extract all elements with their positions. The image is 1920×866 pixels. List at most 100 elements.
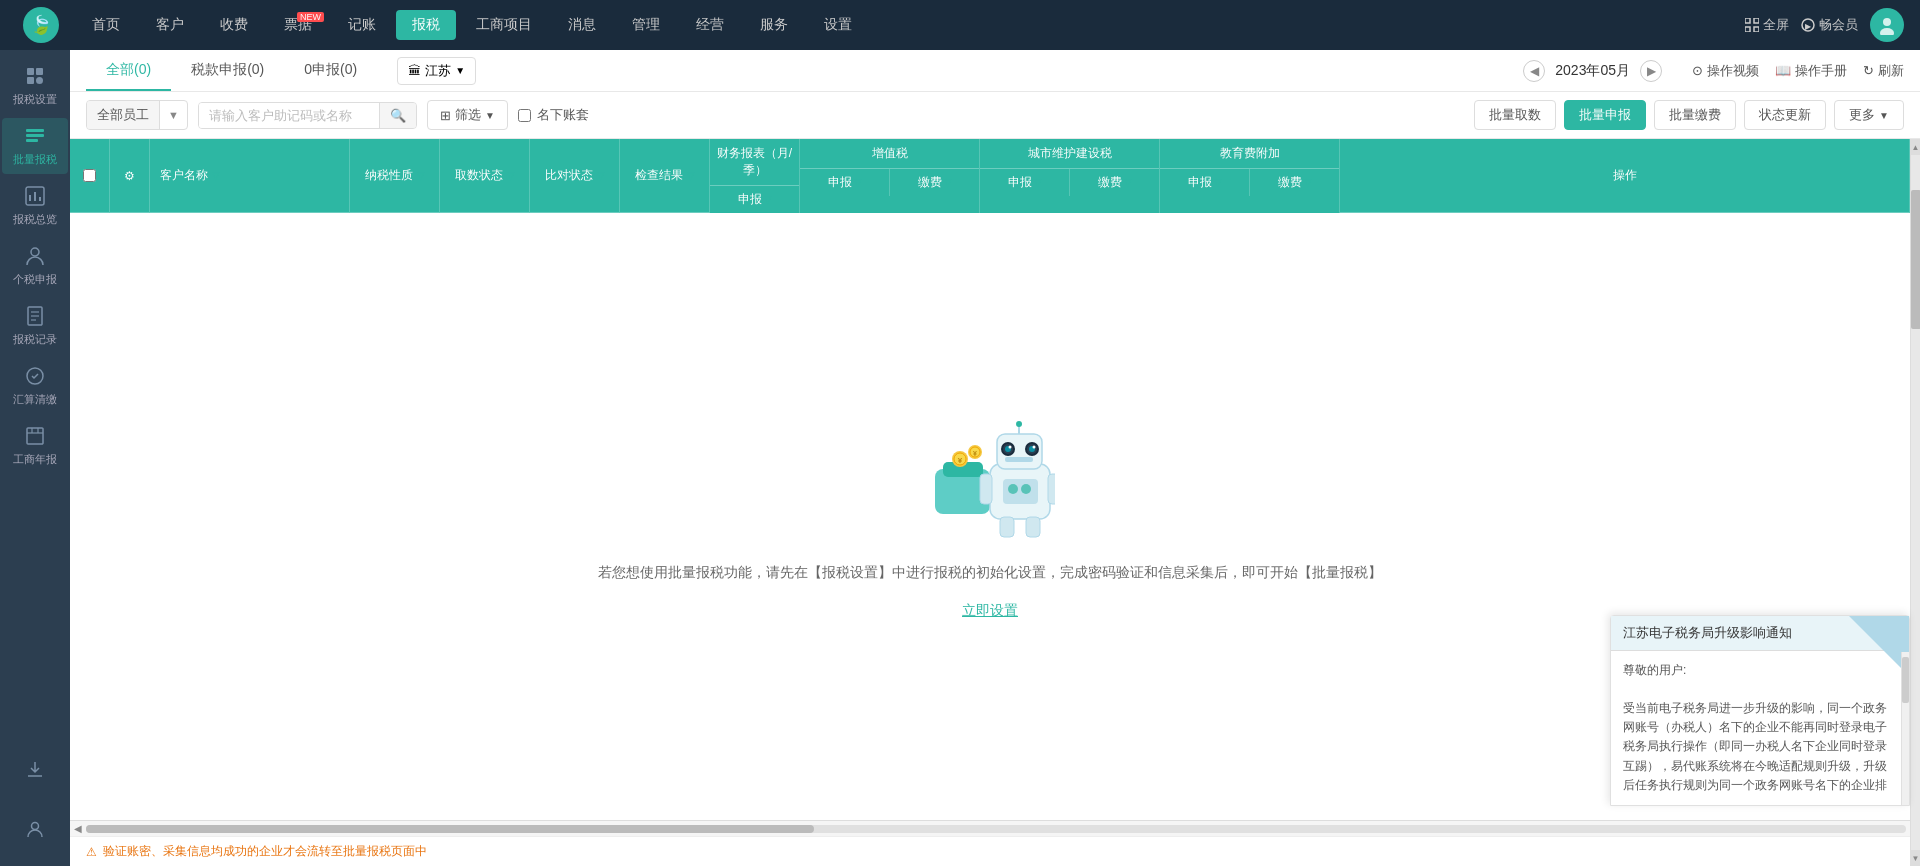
- status-update-button[interactable]: 状态更新: [1744, 100, 1826, 130]
- svg-text:▶: ▶: [1805, 22, 1812, 31]
- filter-icon[interactable]: ▽: [212, 170, 220, 181]
- tab-all[interactable]: 全部(0): [86, 51, 171, 91]
- filter-icon-check[interactable]: ▽: [687, 170, 695, 181]
- date-next-button[interactable]: ▶: [1640, 60, 1662, 82]
- th-city-group: 城市维护建设税 申报 ▽ 缴费 ▽: [980, 139, 1160, 213]
- notification-panel: 江苏电子税务局升级影响通知 × 尊敬的用户: 受当前电子税务局进一步升级的影响，…: [1610, 615, 1910, 806]
- account-checkbox[interactable]: [518, 109, 531, 122]
- horizontal-scrollbar[interactable]: ◀: [70, 820, 1910, 836]
- th-operation: 操作: [1340, 139, 1910, 213]
- scroll-thumb-vertical: [1911, 190, 1921, 329]
- scroll-down-button[interactable]: ▼: [1911, 850, 1921, 866]
- svg-rect-9: [36, 68, 43, 75]
- user-avatar[interactable]: [1870, 8, 1904, 42]
- nav-service[interactable]: 服务: [744, 10, 804, 40]
- main-layout: 报税设置 批量报税 报税总览: [0, 50, 1920, 866]
- app-logo[interactable]: 🍃: [16, 0, 66, 50]
- search-input[interactable]: [199, 103, 379, 128]
- filter-icon-compare[interactable]: ▽: [597, 170, 605, 181]
- sidebar-label-tax-summary: 报税总览: [13, 213, 57, 226]
- robot-illustration: ¥ ¥: [925, 414, 1055, 544]
- new-badge: NEW: [297, 12, 324, 22]
- sidebar-item-personal-tax[interactable]: 个税申报: [2, 238, 68, 294]
- settings-icon[interactable]: ⚙: [124, 169, 135, 183]
- region-selector[interactable]: 🏛 江苏 ▼: [397, 57, 476, 85]
- tab-zero[interactable]: 0申报(0): [284, 51, 377, 91]
- notif-scrollbar[interactable]: [1901, 652, 1909, 805]
- date-navigation: ◀ 2023年05月 ▶: [1523, 60, 1662, 82]
- filter-icon-edu-dec[interactable]: ▽: [1214, 177, 1222, 188]
- sidebar-download[interactable]: [2, 742, 68, 798]
- sidebar-label-personal-tax: 个税申报: [13, 273, 57, 286]
- nav-business[interactable]: 工商项目: [460, 10, 548, 40]
- filter-icon-vat-dec[interactable]: ▽: [854, 177, 862, 188]
- scroll-left-arrow[interactable]: ◀: [74, 823, 82, 834]
- filter-icon-fetch[interactable]: ▽: [507, 170, 515, 181]
- chevron-down-icon: ▼: [455, 65, 465, 76]
- action-refresh[interactable]: ↻ 刷新: [1863, 62, 1904, 80]
- refresh-icon: ↻: [1863, 63, 1874, 78]
- sidebar-item-tax-records[interactable]: 报税记录: [2, 298, 68, 354]
- nav-items: 首页 客户 收费 票据 NEW 记账 报税 工商项目 消息 管理 经营 服务 设…: [76, 10, 1745, 40]
- nav-message[interactable]: 消息: [552, 10, 612, 40]
- batch-declare-button[interactable]: 批量申报: [1564, 100, 1646, 130]
- nav-settings[interactable]: 设置: [808, 10, 868, 40]
- action-video[interactable]: ⊙ 操作视频: [1692, 62, 1759, 80]
- scroll-track-vertical: [1911, 155, 1921, 850]
- nav-home[interactable]: 首页: [76, 10, 136, 40]
- more-button[interactable]: 更多 ▼: [1834, 100, 1904, 130]
- employee-label: 全部员工: [87, 101, 160, 129]
- date-prev-button[interactable]: ◀: [1523, 60, 1545, 82]
- batch-fetch-button[interactable]: 批量取数: [1474, 100, 1556, 130]
- filter-icon-city-pay[interactable]: ▽: [1124, 177, 1132, 188]
- svg-point-19: [31, 248, 39, 256]
- personal-tax-icon: [24, 245, 46, 270]
- filter-icon-fin[interactable]: ▽: [764, 194, 772, 205]
- sidebar-user[interactable]: [2, 802, 68, 858]
- notif-scroll-thumb: [1902, 657, 1909, 703]
- th-tax-type: 纳税性质 ▽: [350, 139, 440, 213]
- tab-declaration[interactable]: 税款申报(0): [171, 51, 284, 91]
- notification-title: 江苏电子税务局升级影响通知: [1623, 624, 1792, 642]
- svg-rect-8: [27, 68, 34, 75]
- sidebar-item-settlement[interactable]: 汇算清缴: [2, 358, 68, 414]
- member-button[interactable]: ▶ 畅会员: [1801, 16, 1858, 34]
- filter-icon-city-dec[interactable]: ▽: [1034, 177, 1042, 188]
- batch-tax-icon: [24, 125, 46, 150]
- batch-pay-button[interactable]: 批量缴费: [1654, 100, 1736, 130]
- svg-rect-1: [1754, 18, 1759, 23]
- filter-icon-tax[interactable]: ▽: [417, 170, 425, 181]
- sidebar-item-batch-tax[interactable]: 批量报税: [2, 118, 68, 174]
- search-button[interactable]: 🔍: [379, 103, 416, 128]
- setup-link[interactable]: 立即设置: [962, 602, 1018, 620]
- nav-operation[interactable]: 经营: [680, 10, 740, 40]
- sidebar-item-tax-summary[interactable]: 报税总览: [2, 178, 68, 234]
- scroll-up-button[interactable]: ▲: [1911, 139, 1921, 155]
- top-navigation: 🍃 首页 客户 收费 票据 NEW 记账 报税 工商项目 消息 管理 经营 服务…: [0, 0, 1920, 50]
- toolbar-right: 批量取数 批量申报 批量缴费 状态更新 更多 ▼: [1474, 100, 1904, 130]
- sidebar-item-tax-settings[interactable]: 报税设置: [2, 58, 68, 114]
- search-box: 🔍: [198, 102, 417, 129]
- svg-text:¥: ¥: [958, 456, 963, 465]
- sidebar-label-annual-report: 工商年报: [13, 453, 57, 466]
- filter-icon-vat-pay[interactable]: ▽: [944, 177, 952, 188]
- nav-accounting[interactable]: 记账: [332, 10, 392, 40]
- top-right-actions: 全屏 ▶ 畅会员: [1745, 8, 1904, 42]
- nav-manage[interactable]: 管理: [616, 10, 676, 40]
- filter-icon-edu-pay[interactable]: ▽: [1304, 177, 1312, 188]
- nav-customer[interactable]: 客户: [140, 10, 200, 40]
- fullscreen-button[interactable]: 全屏: [1745, 16, 1789, 34]
- filter-button[interactable]: ⊞ 筛选 ▼: [427, 100, 508, 130]
- svg-rect-12: [26, 129, 44, 132]
- svg-point-51: [1016, 421, 1022, 427]
- account-checkbox-label[interactable]: 名下账套: [518, 106, 589, 124]
- action-manual[interactable]: 📖 操作手册: [1775, 62, 1847, 80]
- nav-fee[interactable]: 收费: [204, 10, 264, 40]
- vertical-scrollbar[interactable]: ▲ ▼: [1910, 139, 1920, 866]
- chevron-down-icon: ▼: [160, 104, 187, 126]
- sidebar-item-annual-report[interactable]: 工商年报: [2, 418, 68, 474]
- select-all-checkbox[interactable]: [83, 169, 96, 182]
- employee-selector[interactable]: 全部员工 ▼: [86, 100, 188, 130]
- nav-tax[interactable]: 报税: [396, 10, 456, 40]
- nav-invoice[interactable]: 票据 NEW: [268, 10, 328, 40]
